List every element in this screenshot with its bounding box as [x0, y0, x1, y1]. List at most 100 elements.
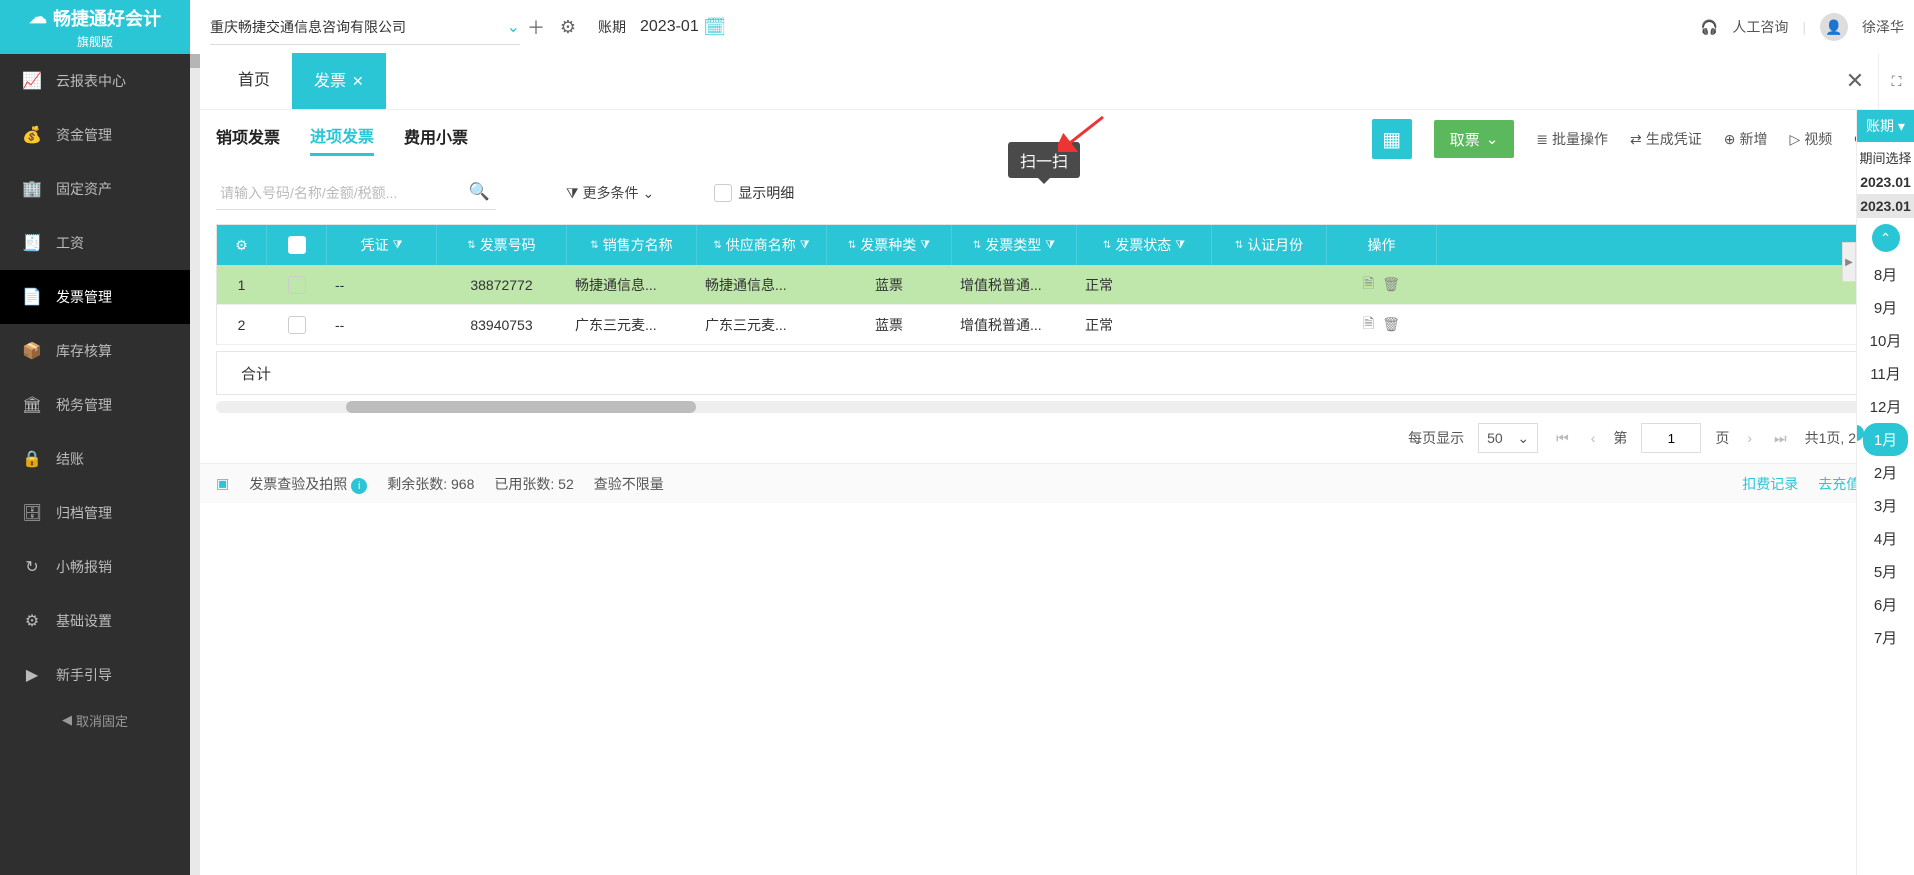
month-item[interactable]: 5月	[1857, 555, 1914, 588]
sidebar-item[interactable]: ↻小畅报销	[0, 540, 190, 594]
period-button[interactable]: 账期 ▾	[1857, 110, 1914, 142]
toolbar-icon: ▷	[1789, 131, 1800, 148]
month-item[interactable]: 1月2023	[1863, 423, 1908, 456]
sidebar-item[interactable]: 🔒结账	[0, 432, 190, 486]
footer-title: 发票查验及拍照	[249, 476, 347, 492]
page-input[interactable]	[1641, 423, 1701, 453]
topbar: ☁畅捷通好会计 旗舰版 重庆畅捷交通信息咨询有限公司 ⌄ ＋ ⚙ 账期 2023…	[0, 0, 1914, 54]
delete-icon[interactable]: 🗑	[1382, 276, 1400, 293]
chevron-down-icon: ⌄	[1486, 130, 1499, 148]
toolbar-action[interactable]: ▷视频	[1789, 129, 1832, 149]
th-status[interactable]: ⇅发票状态⧩	[1077, 225, 1212, 265]
th-settings[interactable]: ⚙	[217, 225, 267, 265]
period-group[interactable]: 2023.01	[1857, 194, 1914, 218]
unpin-button[interactable]: ◀取消固定	[0, 702, 190, 738]
month-item[interactable]: 12月	[1857, 390, 1914, 423]
month-item[interactable]: 4月	[1857, 522, 1914, 555]
checkbox-icon[interactable]	[714, 184, 732, 202]
filter-icon[interactable]: ⧩	[393, 239, 403, 252]
toolbar-action[interactable]: ⇄生成凭证	[1630, 129, 1702, 149]
deduction-link[interactable]: 扣费记录	[1742, 474, 1798, 494]
th-seller[interactable]: ⇅销售方名称	[567, 225, 697, 265]
month-item[interactable]: 10月	[1857, 324, 1914, 357]
subtab-input[interactable]: 进项发票	[310, 123, 374, 156]
h-scrollbar[interactable]	[216, 401, 1898, 413]
close-icon[interactable]: ✕	[352, 73, 364, 89]
unlimited-label: 查验不限量	[594, 474, 664, 494]
month-item[interactable]: 11月	[1857, 357, 1914, 390]
row-checkbox[interactable]	[288, 276, 306, 294]
sidebar-item[interactable]: 🏛税务管理	[0, 378, 190, 432]
sidebar-item[interactable]: 📦库存核算	[0, 324, 190, 378]
first-page-icon[interactable]: ⏮	[1552, 430, 1573, 447]
sidebar-scrollbar[interactable]	[190, 54, 200, 875]
tab-invoice[interactable]: 发票✕	[292, 53, 386, 109]
view-icon[interactable]: 🗎	[1363, 273, 1374, 297]
th-month[interactable]: ⇅认证月份	[1212, 225, 1327, 265]
th-checkbox[interactable]	[267, 225, 327, 265]
subtab-expense[interactable]: 费用小票	[404, 124, 468, 154]
avatar[interactable]: 👤	[1820, 13, 1848, 41]
expand-icon[interactable]: ⛶	[1878, 53, 1914, 109]
month-item[interactable]: 7月	[1857, 621, 1914, 654]
gear-icon[interactable]: ⚙	[552, 17, 584, 38]
month-item[interactable]: 3月	[1857, 489, 1914, 522]
sidebar-item[interactable]: 🧾工资	[0, 216, 190, 270]
sidebar-item-label: 归档管理	[56, 503, 112, 523]
user-name[interactable]: 徐泽华	[1862, 17, 1904, 37]
delete-icon[interactable]: 🗑	[1382, 316, 1400, 333]
sidebar-item[interactable]: 🏢固定资产	[0, 162, 190, 216]
footer-bar: ▣ 发票查验及拍照i 剩余张数: 968 已用张数: 52 查验不限量 扣费记录…	[200, 463, 1914, 503]
row-checkbox[interactable]	[288, 316, 306, 334]
more-filter[interactable]: ⧩更多条件 ⌄	[566, 183, 654, 203]
month-item[interactable]: 2月	[1857, 456, 1914, 489]
month-item[interactable]: 8月	[1857, 258, 1914, 291]
th-type[interactable]: ⇅发票类型⧩	[952, 225, 1077, 265]
tab-home[interactable]: 首页	[216, 53, 292, 109]
toolbar-action[interactable]: ⊕新增	[1724, 129, 1768, 149]
company-select[interactable]: 重庆畅捷交通信息咨询有限公司 ⌄	[210, 9, 520, 45]
toolbar-action[interactable]: ≣批量操作	[1536, 129, 1608, 149]
sidebar-item[interactable]: ⚙基础设置	[0, 594, 190, 648]
show-detail-toggle[interactable]: 显示明细	[714, 183, 794, 203]
month-item[interactable]: 6月	[1857, 588, 1914, 621]
recharge-link[interactable]: 去充值	[1818, 474, 1860, 494]
scroll-up-icon[interactable]: ⌃	[1872, 224, 1900, 252]
search-input[interactable]	[216, 176, 496, 210]
collapse-handle[interactable]: ▶	[1842, 242, 1856, 282]
sidebar-icon: ⚙	[22, 611, 42, 631]
sidebar-item-label: 新手引导	[56, 665, 112, 685]
sidebar-item[interactable]: 📈云报表中心	[0, 54, 190, 108]
sidebar-item[interactable]: 🗄归档管理	[0, 486, 190, 540]
th-supplier[interactable]: ⇅供应商名称⧩	[697, 225, 827, 265]
view-icon[interactable]: 🗎	[1363, 313, 1374, 337]
subtab-output[interactable]: 销项发票	[216, 124, 280, 154]
next-page-icon[interactable]: ›	[1743, 430, 1756, 446]
th-number[interactable]: ⇅发票号码	[437, 225, 567, 265]
month-item[interactable]: 9月	[1857, 291, 1914, 324]
th-voucher[interactable]: 凭证⧩	[327, 225, 437, 265]
calendar-icon[interactable]: 🗓	[699, 17, 731, 38]
search-icon[interactable]: 🔍	[469, 182, 490, 202]
table-row[interactable]: 2--83940753广东三元麦...广东三元麦...蓝票增值税普通...正常🗎…	[217, 305, 1897, 345]
fetch-invoice-button[interactable]: 取票⌄	[1434, 120, 1515, 158]
per-page-select[interactable]: 50⌄	[1478, 423, 1538, 453]
th-kind[interactable]: ⇅发票种类⧩	[827, 225, 952, 265]
add-icon[interactable]: ＋	[520, 14, 552, 40]
table-row[interactable]: 1--38872772畅捷通信息...畅捷通信息...蓝票增值税普通...正常🗎…	[217, 265, 1897, 305]
qr-button[interactable]: ▦	[1372, 119, 1412, 159]
chevron-down-icon: ⌄	[507, 17, 520, 37]
close-all-icon[interactable]: ✕	[1832, 53, 1878, 109]
sidebar-item[interactable]: 📄发票管理	[0, 270, 190, 324]
help-link[interactable]: 人工咨询	[1732, 17, 1788, 37]
info-icon[interactable]: i	[351, 478, 367, 494]
sidebar-item[interactable]: 💰资金管理	[0, 108, 190, 162]
period-group[interactable]: 2023.01	[1857, 170, 1914, 194]
period-label: 账期	[598, 17, 626, 37]
brand-edition: 旗舰版	[77, 33, 113, 50]
last-page-icon[interactable]: ⏭	[1770, 430, 1791, 447]
sidebar-item[interactable]: ▶新手引导	[0, 648, 190, 702]
prev-page-icon[interactable]: ‹	[1587, 430, 1600, 446]
sidebar-icon: 🧾	[22, 233, 42, 253]
sidebar-item-label: 云报表中心	[56, 71, 126, 91]
